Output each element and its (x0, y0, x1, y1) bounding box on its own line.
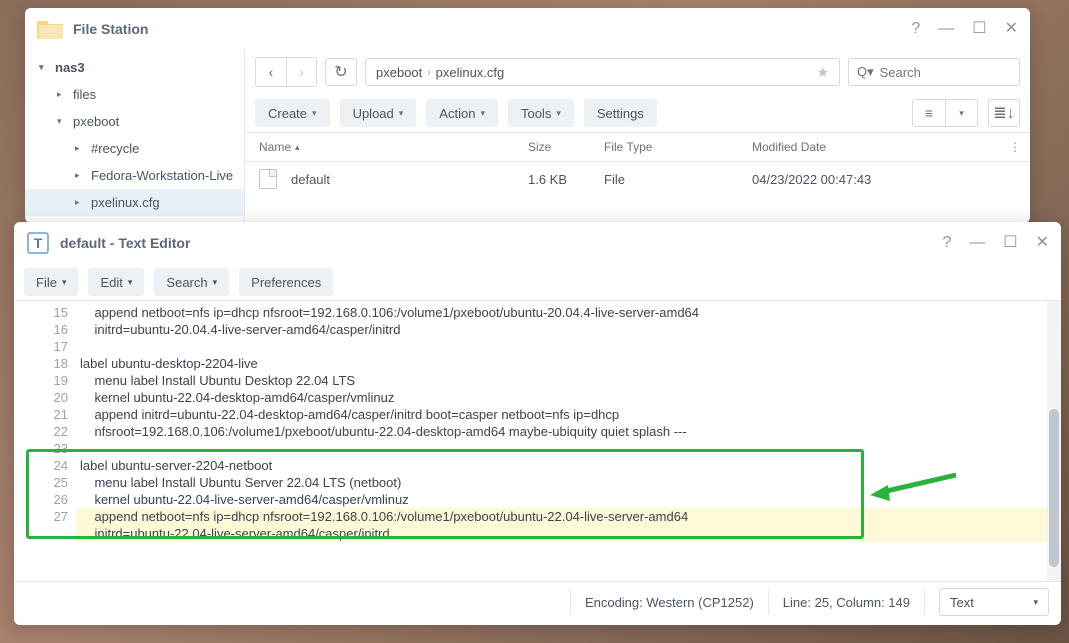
vertical-scrollbar[interactable] (1047, 301, 1061, 581)
file-station-window: File Station ? — ☐ ✕ ▾nas3 ▸files ▾pxebo… (25, 8, 1030, 223)
help-icon[interactable]: ? (911, 21, 920, 37)
action-button[interactable]: Action▾ (426, 99, 498, 127)
scrollbar-thumb[interactable] (1049, 409, 1059, 567)
maximize-icon[interactable]: ☐ (972, 21, 986, 37)
upload-button[interactable]: Upload▾ (340, 99, 417, 127)
sort-button[interactable]: ≣↓ (988, 99, 1020, 127)
close-icon[interactable]: ✕ (1005, 21, 1018, 37)
search-icon: Q▾ (857, 64, 874, 80)
editor-area[interactable]: 15161718192021222324252627 append netboo… (14, 300, 1061, 582)
settings-button[interactable]: Settings (584, 99, 657, 127)
search-menu[interactable]: Search▾ (154, 268, 229, 296)
tools-button[interactable]: Tools▾ (508, 99, 574, 127)
tree-pxeboot[interactable]: ▾pxeboot (25, 108, 244, 135)
crumb-1[interactable]: pxeboot (376, 65, 422, 80)
file-menu[interactable]: File▾ (24, 268, 78, 296)
preferences-menu[interactable]: Preferences (239, 268, 333, 296)
col-date[interactable]: Modified Date (752, 140, 1000, 154)
col-menu-icon[interactable]: ⋮ (1000, 140, 1030, 154)
nav-back-button[interactable]: ‹ (256, 58, 286, 86)
crumb-2[interactable]: pxelinux.cfg (436, 65, 505, 80)
status-bar: Encoding: Western (CP1252) Line: 25, Col… (14, 582, 1061, 622)
breadcrumb[interactable]: pxeboot › pxelinux.cfg ★ (365, 58, 840, 86)
encoding-status: Encoding: Western (CP1252) (585, 595, 754, 610)
text-editor-icon: T (26, 231, 50, 255)
nav-forward-button[interactable]: › (286, 58, 316, 86)
col-size[interactable]: Size (528, 140, 604, 154)
cursor-position: Line: 25, Column: 149 (783, 595, 910, 610)
te-titlebar[interactable]: T default - Text Editor ? — ☐ ✕ (14, 222, 1061, 264)
fs-titlebar[interactable]: File Station ? — ☐ ✕ (25, 8, 1030, 50)
help-icon[interactable]: ? (942, 235, 951, 251)
table-header: Name▴ Size File Type Modified Date ⋮ (245, 132, 1030, 162)
line-gutter: 15161718192021222324252627 (14, 301, 76, 581)
tree-files[interactable]: ▸files (25, 81, 244, 108)
chevron-right-icon: › (427, 67, 430, 78)
syntax-mode-select[interactable]: Text▾ (939, 588, 1049, 616)
search-box[interactable]: Q▾ (848, 58, 1020, 86)
search-input[interactable] (880, 65, 1011, 80)
col-name[interactable]: Name▴ (245, 140, 528, 154)
minimize-icon[interactable]: — (969, 235, 985, 251)
svg-text:T: T (34, 235, 43, 251)
tree-fedora[interactable]: ▸Fedora-Workstation-Live (25, 162, 244, 189)
tree-pxelinux-cfg[interactable]: ▸pxelinux.cfg (25, 189, 244, 216)
create-button[interactable]: Create▾ (255, 99, 330, 127)
tree-root[interactable]: ▾nas3 (25, 54, 244, 81)
table-row[interactable]: default 1.6 KB File 04/23/2022 00:47:43 (245, 162, 1030, 196)
fs-sidebar: ▾nas3 ▸files ▾pxeboot ▸#recycle ▸Fedora-… (25, 50, 245, 223)
close-icon[interactable]: ✕ (1036, 235, 1049, 251)
te-title: default - Text Editor (60, 235, 942, 251)
te-menubar: File▾ Edit▾ Search▾ Preferences (14, 264, 1061, 300)
maximize-icon[interactable]: ☐ (1003, 235, 1017, 251)
fs-title: File Station (73, 21, 911, 37)
col-type[interactable]: File Type (604, 140, 752, 154)
star-icon[interactable]: ★ (816, 64, 829, 81)
file-icon (259, 169, 277, 189)
minimize-icon[interactable]: — (938, 21, 954, 37)
refresh-button[interactable]: ↻ (325, 58, 357, 86)
folder-icon (37, 17, 65, 41)
text-editor-window: T default - Text Editor ? — ☐ ✕ File▾ Ed… (14, 222, 1061, 625)
code-content[interactable]: append netboot=nfs ip=dhcp nfsroot=192.1… (76, 301, 1061, 581)
edit-menu[interactable]: Edit▾ (88, 268, 144, 296)
view-dropdown-button[interactable]: ▾ (945, 100, 977, 126)
tree-recycle[interactable]: ▸#recycle (25, 135, 244, 162)
list-view-button[interactable]: ≡ (913, 100, 945, 126)
